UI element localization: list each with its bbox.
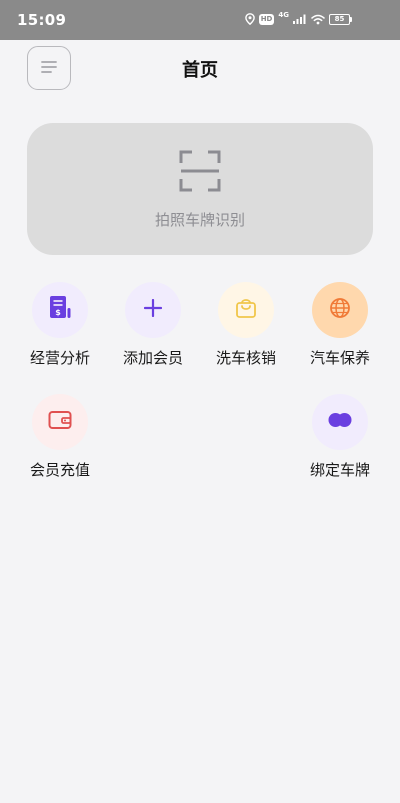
- feature-icon-circle: [312, 282, 368, 338]
- feature-icon-circle: [312, 394, 368, 450]
- wifi-icon: [311, 14, 325, 25]
- feature-add-member[interactable]: 添加会员: [108, 282, 198, 372]
- feature-icon-circle: [125, 282, 181, 338]
- bag-icon: [235, 297, 257, 323]
- globe-icon: [329, 297, 351, 323]
- scan-label: 拍照车牌识别: [154, 211, 245, 229]
- battery-icon: 85: [329, 13, 352, 25]
- feature-label: 汽车保养: [309, 349, 370, 367]
- wallet-icon: [48, 410, 72, 434]
- link-dots-icon: [327, 412, 353, 432]
- page-title: 首页: [182, 60, 218, 81]
- plate-scan-card[interactable]: 拍照车牌识别: [27, 123, 373, 255]
- report-icon: $: [48, 295, 72, 325]
- feature-icon-circle: $: [32, 282, 88, 338]
- status-time: 15:09: [17, 11, 67, 29]
- network-type: 4G: [278, 11, 289, 19]
- feature-member-recharge[interactable]: 会员充值: [15, 394, 105, 484]
- feature-car-wash-redeem[interactable]: 洗车核销: [201, 282, 291, 372]
- feature-label: 添加会员: [122, 349, 183, 367]
- svg-text:$: $: [55, 308, 61, 317]
- feature-business-analysis[interactable]: $ 经营分析: [15, 282, 105, 372]
- location-icon: [244, 13, 255, 25]
- feature-label: 经营分析: [29, 349, 90, 367]
- feature-icon-circle: [32, 394, 88, 450]
- plus-icon: [143, 298, 163, 321]
- signal-icon: [293, 14, 307, 24]
- feature-label: 洗车核销: [215, 349, 276, 367]
- battery-level: 85: [334, 14, 345, 23]
- header: 首页: [0, 40, 400, 94]
- feature-bind-plate[interactable]: 绑定车牌: [295, 394, 385, 484]
- feature-label: 绑定车牌: [309, 461, 370, 479]
- status-bar: 15:09 HD 4G 85: [0, 0, 400, 40]
- status-icons: HD 4G 85: [244, 11, 352, 25]
- scan-icon: [178, 149, 222, 197]
- feature-car-maintenance[interactable]: 汽车保养: [295, 282, 385, 372]
- feature-icon-circle: [218, 282, 274, 338]
- feature-label: 会员充值: [29, 461, 90, 479]
- hd-badge: HD: [258, 13, 275, 25]
